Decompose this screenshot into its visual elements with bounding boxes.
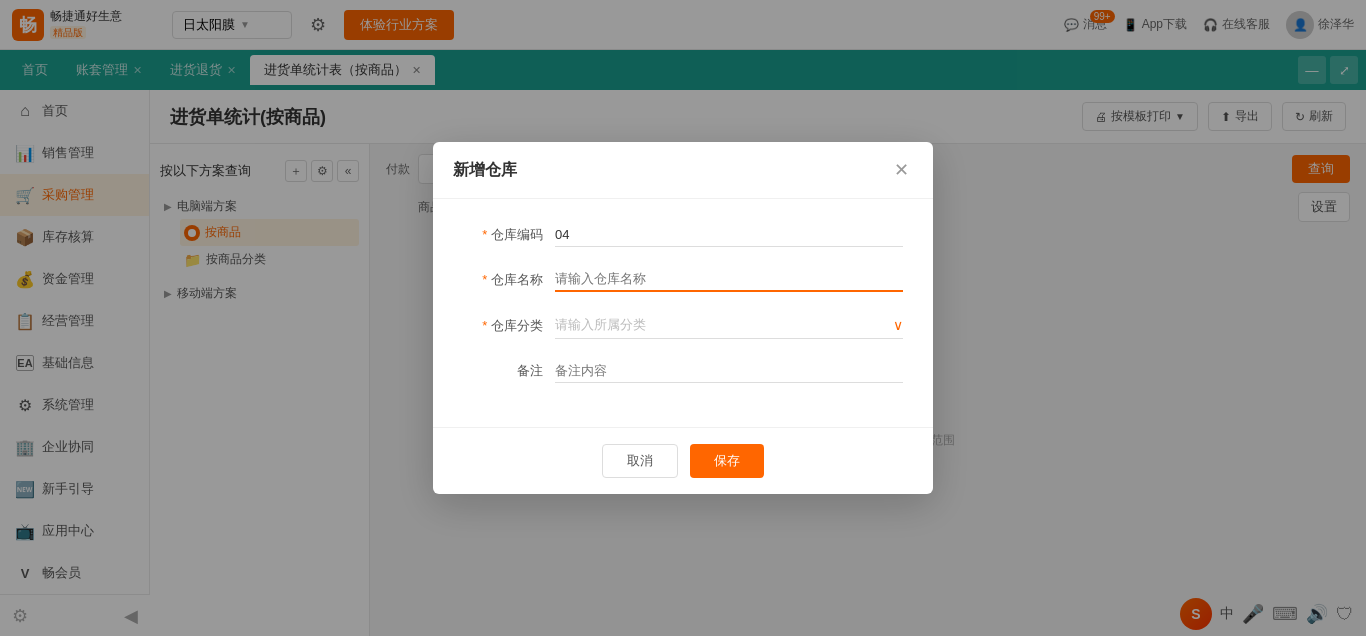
- modal-title: 新增仓库: [453, 160, 517, 181]
- modal-add-warehouse: 新增仓库 ✕ * 仓库编码 * 仓库名称: [433, 142, 933, 494]
- name-input-container: [555, 267, 903, 292]
- code-input-container: [555, 223, 903, 247]
- category-select[interactable]: 请输入所属分类 ∨: [555, 312, 903, 339]
- form-row-name: * 仓库名称: [463, 267, 903, 292]
- modal-body: * 仓库编码 * 仓库名称 *: [433, 199, 933, 427]
- note-input-container: [555, 359, 903, 383]
- form-row-category: * 仓库分类 请输入所属分类 ∨: [463, 312, 903, 339]
- modal-footer: 取消 保存: [433, 427, 933, 494]
- category-placeholder: 请输入所属分类: [555, 316, 646, 334]
- cancel-button[interactable]: 取消: [602, 444, 678, 478]
- category-label: * 仓库分类: [463, 317, 543, 335]
- category-dropdown-icon: ∨: [893, 317, 903, 333]
- modal-close-button[interactable]: ✕: [889, 158, 913, 182]
- modal-header: 新增仓库 ✕: [433, 142, 933, 199]
- note-label: 备注: [463, 362, 543, 380]
- modal-overlay: 新增仓库 ✕ * 仓库编码 * 仓库名称: [0, 0, 1366, 636]
- save-button[interactable]: 保存: [690, 444, 764, 478]
- note-input[interactable]: [555, 359, 903, 382]
- form-row-note: 备注: [463, 359, 903, 383]
- name-input[interactable]: [555, 267, 903, 290]
- code-label: * 仓库编码: [463, 226, 543, 244]
- code-input[interactable]: [555, 223, 903, 246]
- form-row-code: * 仓库编码: [463, 223, 903, 247]
- name-label: * 仓库名称: [463, 271, 543, 289]
